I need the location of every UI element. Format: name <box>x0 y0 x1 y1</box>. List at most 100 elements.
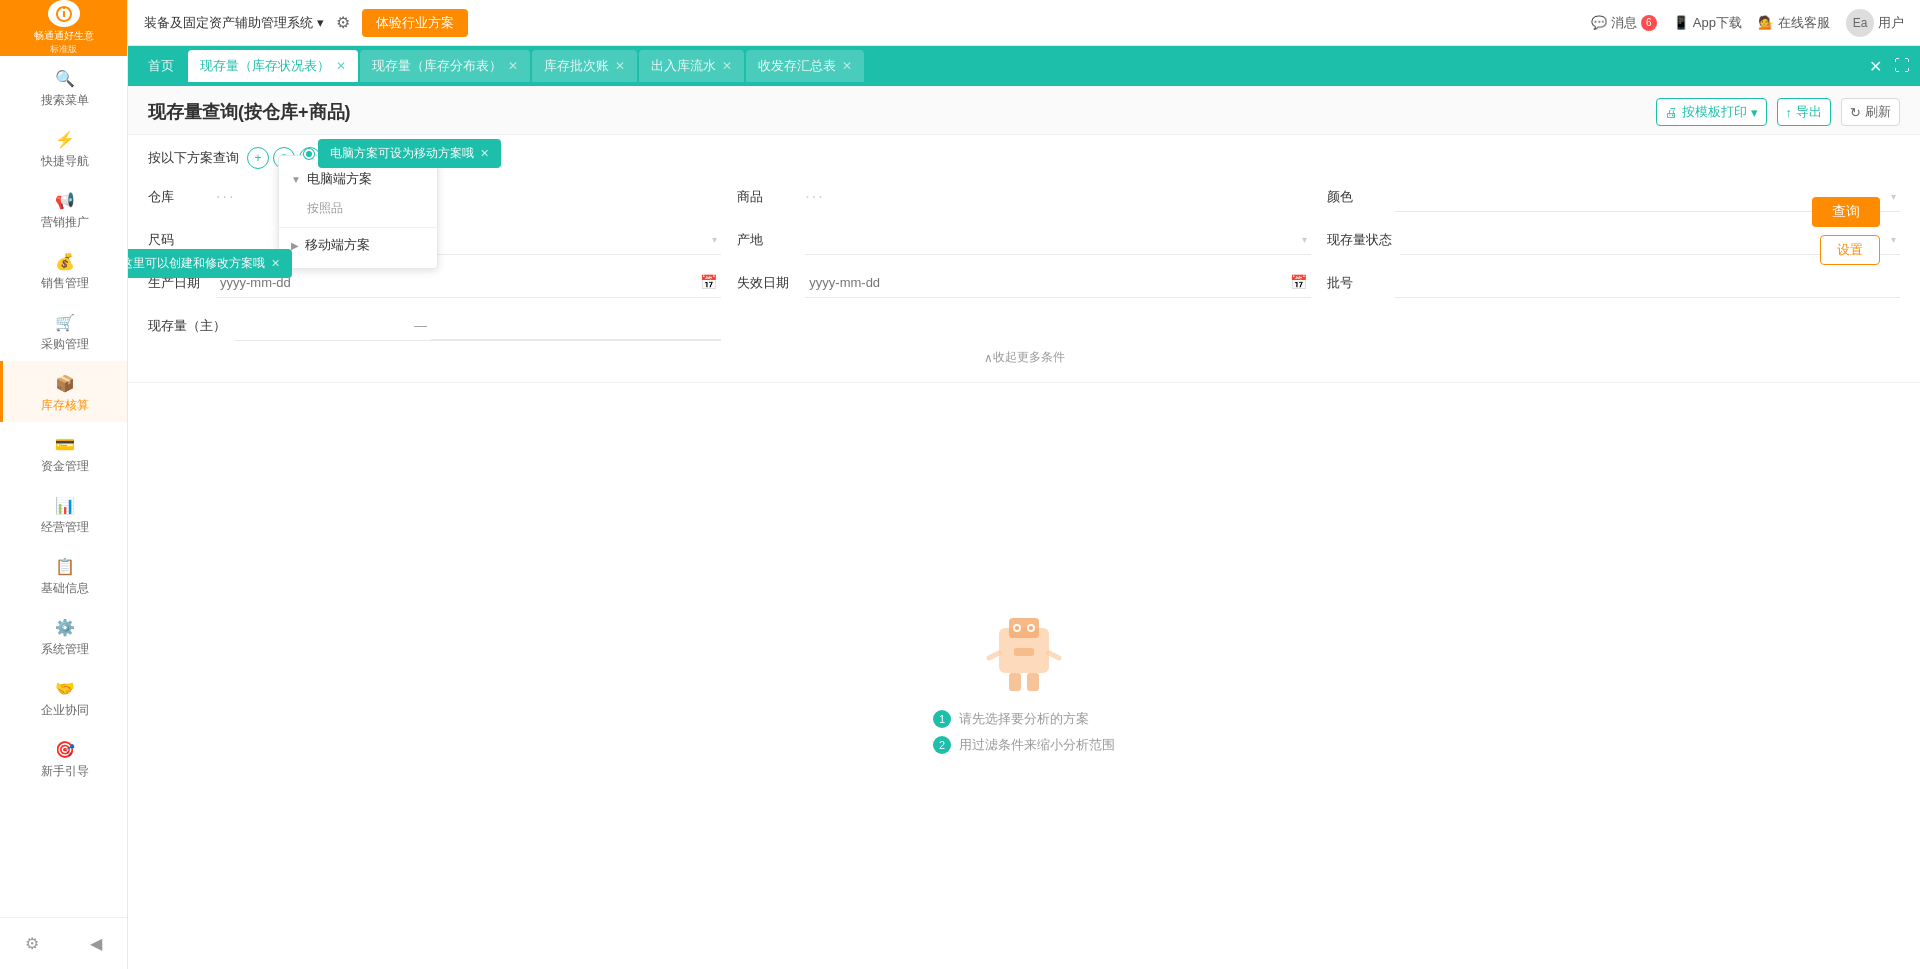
print-label: 按模板打印 <box>1682 103 1747 121</box>
svg-point-4 <box>1015 626 1019 630</box>
tooltip-scheme-mobile-close[interactable]: ✕ <box>480 147 489 160</box>
export-label: 导出 <box>1796 103 1822 121</box>
sidebar-item-finance[interactable]: 💳 资金管理 <box>0 422 127 483</box>
filter-row-3: 生产日期 📅 失效日期 📅 <box>148 267 1900 298</box>
message-badge: 6 <box>1641 15 1657 31</box>
sidebar-collapse-btn[interactable]: ◀ <box>86 930 106 957</box>
user-label: 用户 <box>1878 14 1904 32</box>
dropdown-arrow-icon: ▾ <box>317 15 324 30</box>
system-name-text: 装备及固定资产辅助管理系统 <box>144 14 313 32</box>
scheme-mobile-item[interactable]: ▶ 移动端方案 <box>279 227 437 260</box>
tab-close-all-icon[interactable]: ✕ <box>1867 55 1884 78</box>
sidebar-item-marketing[interactable]: 📢 营销推广 <box>0 178 127 239</box>
add-scheme-btn[interactable]: + <box>247 147 269 169</box>
tab-inventory-dist[interactable]: 现存量（库存分布表） ✕ <box>360 50 530 82</box>
stock-main-dash: — <box>414 318 427 333</box>
tooltip-scheme-edit: 这里可以创建和修改方案哦 ✕ <box>128 249 292 278</box>
collapse-more-btn[interactable]: ∧ 收起更多条件 <box>148 341 1900 370</box>
scheme-desktop-item[interactable]: ▼ 电脑端方案 <box>279 164 437 194</box>
user-avatar: Ea <box>1846 9 1874 37</box>
sidebar-item-operations[interactable]: 📊 经营管理 <box>0 483 127 544</box>
stock-main-input-from[interactable] <box>234 310 410 340</box>
tab-inout-flow-label: 出入库流水 <box>651 57 716 75</box>
tab-inventory-dist-close[interactable]: ✕ <box>508 59 518 73</box>
basic-nav-icon: 📋 <box>55 556 75 576</box>
origin-label: 产地 <box>737 231 797 249</box>
sidebar-label-inventory: 库存核算 <box>41 397 89 414</box>
refresh-button[interactable]: ↻ 刷新 <box>1841 98 1900 126</box>
tab-collect-send[interactable]: 收发存汇总表 ✕ <box>746 50 864 82</box>
system-name-dropdown[interactable]: 装备及固定资产辅助管理系统 ▾ <box>144 14 324 32</box>
app-download-item[interactable]: 📱 App下载 <box>1673 14 1742 32</box>
sidebar-label-operations: 经营管理 <box>41 519 89 536</box>
sidebar-item-sales[interactable]: 💰 销售管理 <box>0 239 127 300</box>
tab-inventory-status[interactable]: 现存量（库存状况表） ✕ <box>188 50 358 82</box>
tab-batch-account-close[interactable]: ✕ <box>615 59 625 73</box>
header-settings-icon[interactable]: ⚙ <box>336 13 350 32</box>
sidebar-settings-btn[interactable]: ⚙ <box>21 930 43 957</box>
purchase-nav-icon: 🛒 <box>55 312 75 332</box>
sidebar-item-enterprise[interactable]: 🤝 企业协同 <box>0 666 127 727</box>
tab-batch-account[interactable]: 库存批次账 ✕ <box>532 50 637 82</box>
scheme-sub-item[interactable]: 按照品 <box>279 194 437 223</box>
sidebar-nav: 🔍 搜索菜单 ⚡ 快捷导航 📢 营销推广 💰 销售管理 🛒 采购管理 📦 库存核… <box>0 56 127 917</box>
page-title: 现存量查询(按仓库+商品) <box>148 100 351 124</box>
svg-rect-10 <box>1027 673 1039 691</box>
filter-field-goods: 商品 ··· <box>737 188 1310 206</box>
origin-select[interactable] <box>805 224 1310 254</box>
stock-main-input-to[interactable] <box>431 310 721 340</box>
tab-home[interactable]: 首页 <box>136 50 186 82</box>
empty-tip-1: 1 请先选择要分析的方案 <box>933 710 1115 728</box>
print-button[interactable]: 🖨 按模板打印 ▾ <box>1656 98 1767 126</box>
tooltip-scheme-edit-close[interactable]: ✕ <box>271 257 280 270</box>
sidebar-item-guide[interactable]: 🎯 新手引导 <box>0 727 127 788</box>
prod-date-calendar-icon[interactable]: 📅 <box>696 274 721 290</box>
messages-item[interactable]: 💬 消息 6 <box>1591 14 1657 32</box>
sidebar-item-search[interactable]: 🔍 搜索菜单 <box>0 56 127 117</box>
expire-date-label: 失效日期 <box>737 274 797 292</box>
tip-num-2: 2 <box>933 736 951 754</box>
goods-dots: ··· <box>805 188 824 206</box>
export-button[interactable]: ↑ 导出 <box>1777 98 1832 126</box>
trial-button[interactable]: 体验行业方案 <box>362 9 468 37</box>
warehouse-label: 仓库 <box>148 188 208 206</box>
svg-rect-9 <box>1009 673 1021 691</box>
stock-main-label: 现存量（主） <box>148 317 226 335</box>
sidebar-item-system[interactable]: ⚙️ 系统管理 <box>0 605 127 666</box>
filter-row-4: 现存量（主） — <box>148 310 1900 341</box>
tab-expand-icon[interactable]: ⛶ <box>1892 55 1912 77</box>
query-button[interactable]: 查询 <box>1812 197 1880 227</box>
expire-date-calendar-icon[interactable]: 📅 <box>1286 274 1311 290</box>
support-label: 在线客服 <box>1778 14 1830 32</box>
empty-tips: 1 请先选择要分析的方案 2 用过滤条件来缩小分析范围 <box>933 710 1115 754</box>
user-item[interactable]: Ea 用户 <box>1846 9 1904 37</box>
tab-inventory-dist-label: 现存量（库存分布表） <box>372 57 502 75</box>
sidebar-item-purchase[interactable]: 🛒 采购管理 <box>0 300 127 361</box>
sidebar: 畅通通好生意 标准版 🔍 搜索菜单 ⚡ 快捷导航 📢 营销推广 💰 销售管理 🛒… <box>0 0 128 969</box>
sidebar-footer: ⚙ ◀ <box>0 917 127 969</box>
tab-inout-flow-close[interactable]: ✕ <box>722 59 732 73</box>
batch-input[interactable] <box>1395 268 1900 298</box>
sidebar-item-basic[interactable]: 📋 基础信息 <box>0 544 127 605</box>
filter-header: 按以下方案查询 + ⊙ ← 电脑方案可设为移动方案哦 ✕ <box>148 147 1900 169</box>
sidebar-label-search: 搜索菜单 <box>41 92 89 109</box>
online-support-item[interactable]: 💁 在线客服 <box>1758 14 1830 32</box>
mobile-icon: 📱 <box>1673 15 1689 30</box>
sidebar-item-inventory[interactable]: 📦 库存核算 <box>0 361 127 422</box>
settings-query-button[interactable]: 设置 <box>1820 235 1880 265</box>
batch-label: 批号 <box>1327 274 1387 292</box>
expire-date-input[interactable] <box>805 267 1285 297</box>
scheme-mobile-collapse-icon: ▶ <box>291 240 299 251</box>
sidebar-label-system: 系统管理 <box>41 641 89 658</box>
tab-bar: 首页 现存量（库存状况表） ✕ 现存量（库存分布表） ✕ 库存批次账 ✕ 出入库… <box>128 46 1920 86</box>
page-actions: 🖨 按模板打印 ▾ ↑ 导出 ↻ 刷新 <box>1656 98 1901 126</box>
tab-inout-flow[interactable]: 出入库流水 ✕ <box>639 50 744 82</box>
tab-inventory-status-close[interactable]: ✕ <box>336 59 346 73</box>
sidebar-label-marketing: 营销推广 <box>41 214 89 231</box>
sidebar-item-quick[interactable]: ⚡ 快捷导航 <box>0 117 127 178</box>
scheme-mobile-label: 移动端方案 <box>305 236 370 254</box>
sidebar-label-finance: 资金管理 <box>41 458 89 475</box>
tab-collect-send-close[interactable]: ✕ <box>842 59 852 73</box>
svg-point-5 <box>1029 626 1033 630</box>
tab-batch-account-label: 库存批次账 <box>544 57 609 75</box>
